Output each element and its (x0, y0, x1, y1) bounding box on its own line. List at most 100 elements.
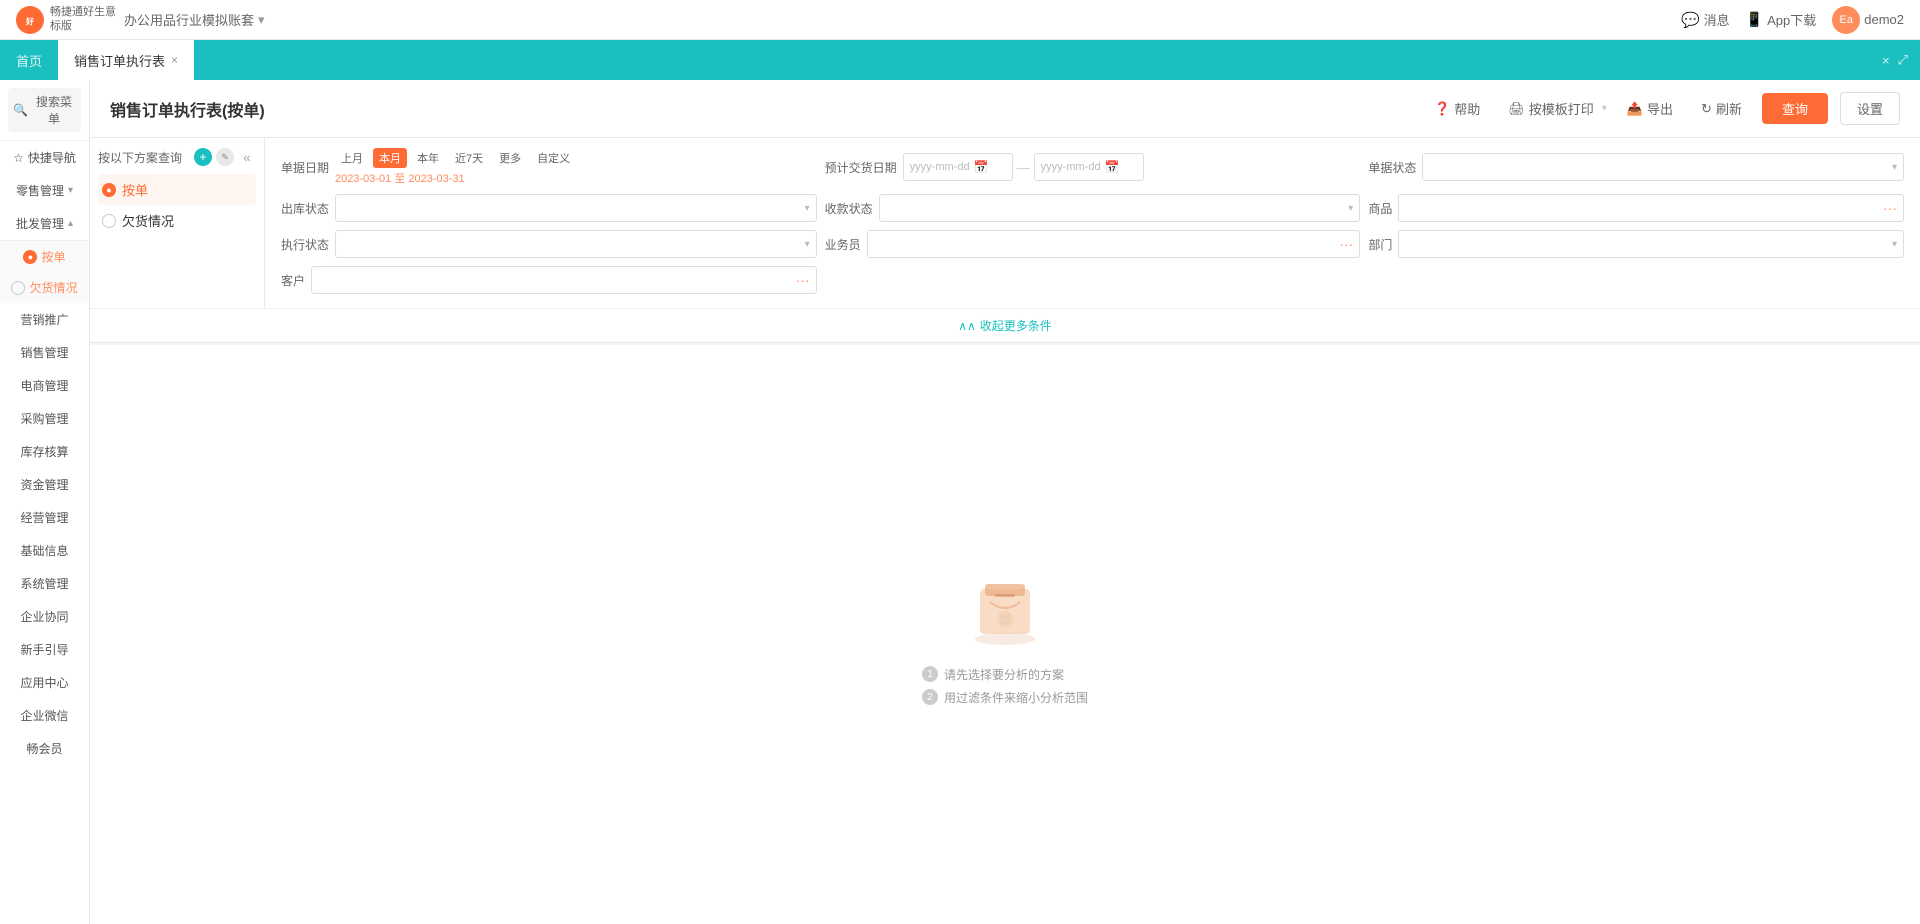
sidebar-item-member[interactable]: 畅会员 (0, 732, 89, 765)
sub-item-icon2 (11, 281, 25, 295)
sidebar-item-purchase[interactable]: 采购管理 (0, 402, 89, 435)
collapse-bar[interactable]: ∧∧ 收起更多条件 (90, 308, 1920, 342)
date-tab-7days[interactable]: 近7天 (449, 148, 489, 168)
step-num-2: 2 (922, 689, 938, 705)
help-icon: ❓ (1434, 101, 1450, 117)
date-tabs: 上月 本月 本年 近7天 更多 自定义 (335, 148, 817, 168)
scheme-edit-btn[interactable]: ✎ (216, 148, 234, 166)
scheme-panel-header: 按以下方案查询 + ✎ « (98, 148, 256, 166)
expected-date-field-wrap: 预计交货日期 yyyy-mm-dd 📅 — yyyy-mm-dd 📅 (825, 148, 1361, 186)
tab-bar: 首页 销售订单执行表 × × ⤢ (0, 40, 1920, 80)
sidebar-item-wholesale[interactable]: 批发管理 ▴ (0, 207, 89, 240)
expected-date-end[interactable]: yyyy-mm-dd 📅 (1034, 153, 1144, 181)
export-btn[interactable]: 📤 导出 (1619, 95, 1681, 122)
sidebar-search-area: 🔍 搜索菜单 (0, 80, 89, 141)
date-range-separator: — (1017, 160, 1030, 175)
filter-inner: 按以下方案查询 + ✎ « ● 按单 欠货情况 (90, 138, 1920, 308)
tab-home[interactable]: 首页 (0, 40, 58, 80)
sidebar-sub-item-shortage[interactable]: 欠货情况 (0, 272, 89, 303)
quick-nav-icon: ☆ (13, 151, 24, 165)
sub-item-icon: ● (23, 250, 37, 264)
sidebar-item-marketing[interactable]: 营销推广 (0, 303, 89, 336)
retail-arrow: ▾ (68, 185, 73, 196)
customer-field-wrap: 客户 ··· (281, 266, 817, 294)
expected-date-start[interactable]: yyyy-mm-dd 📅 (903, 153, 1013, 181)
salesperson-field-wrap: 业务员 ··· (825, 230, 1361, 258)
date-tab-more[interactable]: 更多 (493, 148, 527, 168)
sidebar-item-appcenter[interactable]: 应用中心 (0, 666, 89, 699)
scheme-panel: 按以下方案查询 + ✎ « ● 按单 欠货情况 (90, 138, 265, 308)
dept-select[interactable]: ▾ (1398, 230, 1904, 258)
goods-select[interactable]: ··· (1398, 194, 1904, 222)
goods-field-wrap: 商品 ··· (1368, 194, 1904, 222)
customer-dots-icon: ··· (796, 272, 810, 288)
sidebar-sub-item-order[interactable]: ● 按单 (0, 241, 89, 272)
sidebar-item-ecommerce[interactable]: 电商管理 (0, 369, 89, 402)
sidebar-item-wechat[interactable]: 企业微信 (0, 699, 89, 732)
status-dropdown-icon: ▾ (1892, 162, 1897, 173)
user-menu[interactable]: Ea demo2 (1832, 6, 1904, 34)
tab-active[interactable]: 销售订单执行表 × (58, 40, 194, 80)
status-select[interactable]: ▾ (1422, 153, 1904, 181)
sidebar: 🔍 搜索菜单 ☆ 快捷导航 零售管理 ▾ 批发管理 ▴ ● 按单 欠货情 (0, 80, 90, 924)
sidebar-item-basic[interactable]: 基础信息 (0, 534, 89, 567)
sidebar-item-finance[interactable]: 资金管理 (0, 468, 89, 501)
tab-expand-btn[interactable]: ⤢ (1898, 52, 1908, 68)
empty-step-1: 1 请先选择要分析的方案 (922, 666, 1088, 683)
page-header: 销售订单执行表(按单) ❓ 帮助 🖨 按模板打印 ▾ 📤 导出 (90, 80, 1920, 138)
tab-close-btn[interactable]: × (1882, 53, 1890, 68)
nav-dropdown-icon: ▾ (258, 12, 265, 28)
sidebar-sub-menu: ● 按单 欠货情况 (0, 240, 89, 303)
dept-field-wrap: 部门 ▾ (1368, 230, 1904, 258)
customer-select[interactable]: ··· (311, 266, 817, 294)
search-menu-btn[interactable]: 🔍 搜索菜单 (8, 88, 81, 132)
sidebar-item-inventory[interactable]: 库存核算 (0, 435, 89, 468)
wholesale-arrow: ▴ (68, 218, 73, 229)
message-btn[interactable]: 💬 消息 (1681, 10, 1730, 29)
logo-area: 好 畅捷通好生意 标版 (16, 6, 116, 34)
shipment-status-select[interactable]: ▾ (335, 194, 817, 222)
settings-btn[interactable]: 设置 (1840, 92, 1900, 125)
date-tab-custom[interactable]: 自定义 (531, 148, 576, 168)
search-icon: 🔍 (13, 103, 28, 117)
quick-nav-btn[interactable]: ☆ 快捷导航 (0, 141, 89, 174)
sidebar-item-collab[interactable]: 企业协同 (0, 600, 89, 633)
shipment-dropdown-icon: ▾ (805, 203, 810, 214)
scheme-collapse-btn[interactable]: « (238, 148, 256, 166)
sidebar-item-guide[interactable]: 新手引导 (0, 633, 89, 666)
exec-status-select[interactable]: ▾ (335, 230, 817, 258)
sidebar-item-operation[interactable]: 经营管理 (0, 501, 89, 534)
sidebar-item-sales[interactable]: 销售管理 (0, 336, 89, 369)
shipment-field-wrap: 出库状态 ▾ (281, 194, 817, 222)
date-tab-this-year[interactable]: 本年 (411, 148, 445, 168)
payment-dropdown-icon: ▾ (1348, 203, 1353, 214)
refresh-btn[interactable]: ↻ 刷新 (1693, 95, 1750, 122)
step-num-1: 1 (922, 666, 938, 682)
date-tab-this-month[interactable]: 本月 (373, 148, 407, 168)
scheme-add-btn[interactable]: + (194, 148, 212, 166)
goods-dots-icon: ··· (1883, 200, 1897, 216)
query-btn[interactable]: 查询 (1762, 93, 1828, 124)
tab-close-icon[interactable]: × (171, 53, 178, 67)
filter-row-2: 出库状态 ▾ 收款状态 ▾ (281, 194, 1904, 222)
payment-status-select[interactable]: ▾ (879, 194, 1361, 222)
date-tab-last-month[interactable]: 上月 (335, 148, 369, 168)
print-btn[interactable]: 🖨 按模板打印 (1500, 95, 1602, 122)
sidebar-item-system[interactable]: 系统管理 (0, 567, 89, 600)
scheme-icon-active: ● (102, 183, 116, 197)
app-download-btn[interactable]: 📱 App下载 (1746, 10, 1817, 29)
scheme-item-order[interactable]: ● 按单 (98, 174, 256, 205)
export-icon: 📤 (1627, 101, 1643, 117)
salesperson-select[interactable]: ··· (867, 230, 1361, 258)
sidebar-item-retail[interactable]: 零售管理 ▾ (0, 174, 89, 207)
filter-area: 按以下方案查询 + ✎ « ● 按单 欠货情况 (90, 138, 1920, 343)
help-btn[interactable]: ❓ 帮助 (1426, 95, 1488, 122)
empty-steps: 1 请先选择要分析的方案 2 用过滤条件来缩小分析范围 (922, 666, 1088, 706)
results-area: 1 请先选择要分析的方案 2 用过滤条件来缩小分析范围 (90, 345, 1920, 924)
expected-date-inputs: yyyy-mm-dd 📅 — yyyy-mm-dd 📅 (903, 153, 1361, 181)
nav-title[interactable]: 办公用品行业模拟账套 ▾ (124, 10, 265, 29)
scheme-item-shortage[interactable]: 欠货情况 (98, 205, 256, 236)
print-dropdown-arrow[interactable]: ▾ (1602, 103, 1607, 114)
main-layout: 🔍 搜索菜单 ☆ 快捷导航 零售管理 ▾ 批发管理 ▴ ● 按单 欠货情 (0, 80, 1920, 924)
collapse-icon: ∧∧ (958, 319, 976, 333)
